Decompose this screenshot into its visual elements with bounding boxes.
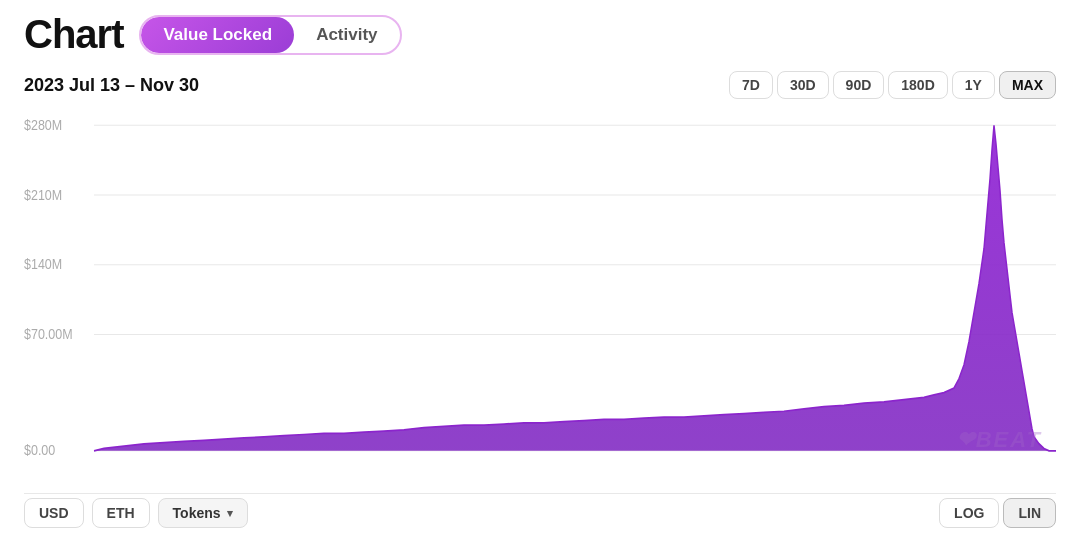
y-label-280m: $280M xyxy=(24,117,62,133)
y-label-70m: $70.00M xyxy=(24,326,73,342)
page-title: Chart xyxy=(24,12,123,57)
scale-lin-button[interactable]: LIN xyxy=(1003,498,1056,528)
bottom-controls: USD ETH Tokens ▾ LOG LIN xyxy=(24,493,1056,528)
currency-eth-button[interactable]: ETH xyxy=(92,498,150,528)
right-controls: LOG LIN xyxy=(939,498,1056,528)
left-controls: USD ETH Tokens ▾ xyxy=(24,498,248,528)
chart-svg: $280M $210M $140M $70.00M $0.00 xyxy=(24,109,1056,481)
tab-activity[interactable]: Activity xyxy=(294,17,399,53)
y-label-210m: $210M xyxy=(24,187,62,203)
tokens-label: Tokens xyxy=(173,505,221,521)
chart-area: $280M $210M $140M $70.00M $0.00 ❤BEAT xyxy=(24,109,1056,481)
y-label-140m: $140M xyxy=(24,257,62,273)
time-filter-30d[interactable]: 30D xyxy=(777,71,829,99)
header-row: Chart Value Locked Activity xyxy=(24,12,1056,57)
date-range: 2023 Jul 13 – Nov 30 xyxy=(24,75,199,96)
time-filter-group: 7D 30D 90D 180D 1Y MAX xyxy=(729,71,1056,99)
currency-usd-button[interactable]: USD xyxy=(24,498,84,528)
chart-fill xyxy=(94,125,1056,451)
time-filter-max[interactable]: MAX xyxy=(999,71,1056,99)
time-filter-7d[interactable]: 7D xyxy=(729,71,773,99)
tokens-dropdown-button[interactable]: Tokens ▾ xyxy=(158,498,248,528)
y-label-0: $0.00 xyxy=(24,443,55,459)
chevron-down-icon: ▾ xyxy=(227,507,233,520)
time-filter-90d[interactable]: 90D xyxy=(833,71,885,99)
controls-row: 2023 Jul 13 – Nov 30 7D 30D 90D 180D 1Y … xyxy=(24,71,1056,99)
scale-log-button[interactable]: LOG xyxy=(939,498,999,528)
tab-group: Value Locked Activity xyxy=(139,15,401,55)
tab-value-locked[interactable]: Value Locked xyxy=(141,17,294,53)
time-filter-180d[interactable]: 180D xyxy=(888,71,947,99)
main-container: Chart Value Locked Activity 2023 Jul 13 … xyxy=(0,0,1080,544)
time-filter-1y[interactable]: 1Y xyxy=(952,71,995,99)
